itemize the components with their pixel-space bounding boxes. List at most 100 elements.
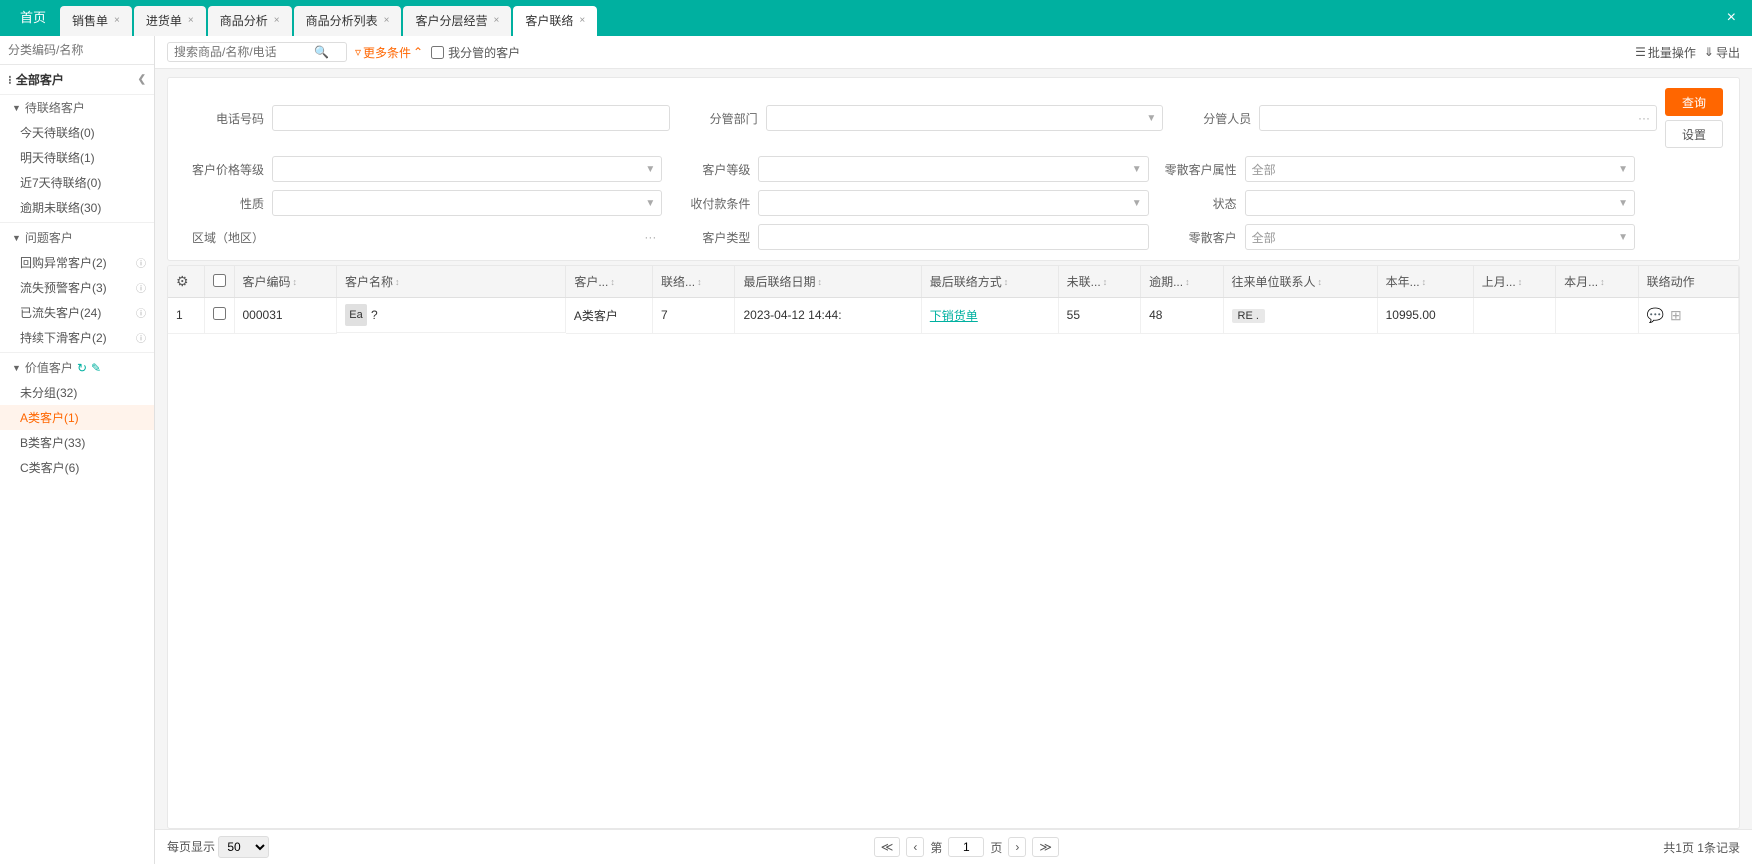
sidebar-item[interactable]: 今天待联络(0) — [0, 120, 154, 145]
setting-button[interactable]: 设置 — [1665, 120, 1723, 148]
sort-icon[interactable]: ↕ — [817, 277, 822, 287]
nav-tab[interactable]: 客户分层经营× — [403, 6, 511, 36]
sidebar-item[interactable]: 流失预警客户(3)ⓘ — [0, 275, 154, 300]
my-customers-checkbox-label[interactable]: 我分管的客户 — [431, 44, 520, 61]
sort-icon[interactable]: ↕ — [697, 277, 702, 287]
sidebar-group-problem[interactable]: ▼ 问题客户 — [0, 225, 154, 250]
next-page-btn[interactable]: › — [1008, 837, 1026, 857]
name-avatar: Ea — [345, 304, 367, 326]
last-page-btn[interactable]: ≫ — [1032, 837, 1059, 857]
nav-tab[interactable]: 客户联络× — [513, 6, 597, 36]
tab-close-icon[interactable]: × — [579, 6, 585, 36]
first-page-btn[interactable]: ≪ — [874, 837, 901, 857]
customer-level-select[interactable]: ▼ — [758, 156, 1148, 182]
sort-icon[interactable]: ↕ — [1004, 277, 1009, 287]
dept-select[interactable]: ▼ — [766, 105, 1164, 131]
customer-type-select[interactable] — [758, 224, 1148, 250]
filter-nature: 性质 ▼ — [184, 190, 662, 216]
dept-arrow: ▼ — [1146, 113, 1156, 124]
page-suffix: 页 — [990, 839, 1002, 856]
tab-close-icon[interactable]: × — [188, 6, 194, 36]
th-code: 客户编码 ↕ — [234, 266, 337, 298]
page-input[interactable] — [948, 837, 984, 857]
table-scroll[interactable]: ⚙ 客户编码 ↕ — [168, 266, 1739, 828]
tab-close-icon[interactable]: × — [114, 6, 120, 36]
cell-num: 1 — [168, 298, 204, 334]
settings-icon[interactable]: ⚙ — [176, 273, 189, 289]
sort-icon[interactable]: ↕ — [293, 277, 298, 287]
sort-icon[interactable]: ↕ — [1422, 277, 1427, 287]
select-all-checkbox[interactable] — [213, 274, 226, 287]
sidebar-item[interactable]: 持续下滑客户(2)ⓘ — [0, 325, 154, 350]
nav-tab[interactable]: 销售单× — [60, 6, 132, 36]
sort-icon[interactable]: ↕ — [1600, 277, 1605, 287]
th-this-month-label: 本月... — [1564, 273, 1598, 290]
more-conditions-btn[interactable]: ▿ 更多条件 ⌃ — [355, 44, 423, 61]
main-search-icon[interactable]: 🔍 — [314, 45, 329, 59]
sort-icon[interactable]: ↕ — [395, 277, 400, 287]
nav-home[interactable]: 首页 — [8, 0, 58, 36]
main-search-input[interactable] — [174, 45, 314, 59]
value-customers-label: 价值客户 — [25, 359, 73, 376]
th-unit-contact: 往来单位联系人 ↕ — [1223, 266, 1377, 298]
my-customers-checkbox[interactable] — [431, 46, 444, 59]
sidebar-search: 🔍 — [0, 36, 154, 65]
cell-last-method[interactable]: 下销货单 — [921, 298, 1058, 334]
refresh-icon[interactable]: ↻ — [77, 361, 87, 375]
batch-ops-btn[interactable]: ☰ 批量操作 — [1635, 44, 1696, 61]
export-btn[interactable]: ⇓ 导出 — [1704, 44, 1740, 61]
th-unit-contact-label: 往来单位联系人 — [1232, 273, 1316, 290]
filter-row-2: 客户价格等级 ▼ 客户等级 ▼ 零散客户属性 全部 ▼ — [184, 156, 1723, 182]
search-wrap: 🔍 — [167, 42, 347, 62]
th-action: 联络动作 — [1638, 266, 1738, 298]
sidebar-item[interactable]: 已流失客户(24)ⓘ — [0, 300, 154, 325]
tab-close-icon[interactable]: × — [493, 6, 499, 36]
sidebar-item[interactable]: A类客户(1) — [0, 405, 154, 430]
sort-icon[interactable]: ↕ — [610, 277, 615, 287]
sort-icon[interactable]: ↕ — [1318, 277, 1323, 287]
nav-tab[interactable]: 进货单× — [134, 6, 206, 36]
sidebar-item[interactable]: 未分组(32) — [0, 380, 154, 405]
sidebar-group-value[interactable]: ▼ 价值客户 ↻ ✎ — [0, 355, 154, 380]
nav-tab[interactable]: 商品分析列表× — [294, 6, 402, 36]
sidebar-all-customers-header[interactable]: ⁝ 全部客户 ❮ — [0, 65, 154, 95]
row-checkbox[interactable] — [213, 307, 226, 320]
tab-close-icon[interactable]: × — [384, 6, 390, 36]
edit-icon[interactable]: ✎ — [91, 361, 101, 375]
qrcode-icon[interactable]: ⊞ — [1670, 307, 1682, 324]
sidebar-item[interactable]: 回购异常客户(2)ⓘ — [0, 250, 154, 275]
prev-page-btn[interactable]: ‹ — [906, 837, 924, 857]
comment-icon[interactable]: 💬 — [1647, 307, 1664, 324]
retail-attr-select[interactable]: 全部 ▼ — [1245, 156, 1635, 182]
sidebar-item[interactable]: 近7天待联络(0) — [0, 170, 154, 195]
main-layout: 🔍 ⁝ 全部客户 ❮ ▼ 待联络客户 今天待联络(0)明天待联络(1)近7天待联… — [0, 36, 1752, 864]
sidebar-item[interactable]: B类客户(33) — [0, 430, 154, 455]
retail-customer-select[interactable]: 全部 ▼ — [1245, 224, 1635, 250]
sort-icon[interactable]: ↕ — [1185, 277, 1190, 287]
sidebar-group-waiting[interactable]: ▼ 待联络客户 — [0, 95, 154, 120]
nature-select[interactable]: ▼ — [272, 190, 662, 216]
sidebar-item[interactable]: 逾期未联络(30) — [0, 195, 154, 220]
filter-row-4: 区域（地区） ··· 客户类型 零散客户 全部 ▼ — [184, 224, 1723, 250]
query-button[interactable]: 查询 — [1665, 88, 1723, 116]
status-select[interactable]: ▼ — [1245, 190, 1635, 216]
phone-label: 电话号码 — [184, 110, 264, 127]
nav-tab[interactable]: 商品分析× — [208, 6, 292, 36]
sort-icon[interactable]: ↕ — [1103, 277, 1108, 287]
sidebar-item-label: 逾期未联络(30) — [20, 199, 101, 216]
page-size-select[interactable]: 50 100 200 — [218, 836, 269, 858]
payment-select[interactable]: ▼ — [758, 190, 1148, 216]
arrow: ▼ — [1132, 198, 1142, 209]
nav-close-button[interactable]: × — [1719, 9, 1744, 27]
region-select[interactable]: ··· — [272, 224, 662, 250]
arrow: ▼ — [1132, 164, 1142, 175]
sidebar-search-input[interactable] — [8, 43, 155, 57]
sort-icon[interactable]: ↕ — [1518, 277, 1523, 287]
collapse-sidebar-icon[interactable]: ❮ — [138, 74, 146, 85]
sidebar-item[interactable]: C类客户(6) — [0, 455, 154, 480]
price-level-select[interactable]: ▼ — [272, 156, 662, 182]
sidebar-item[interactable]: 明天待联络(1) — [0, 145, 154, 170]
phone-input[interactable] — [272, 105, 670, 131]
person-select[interactable]: ··· — [1259, 105, 1657, 131]
tab-close-icon[interactable]: × — [274, 6, 280, 36]
